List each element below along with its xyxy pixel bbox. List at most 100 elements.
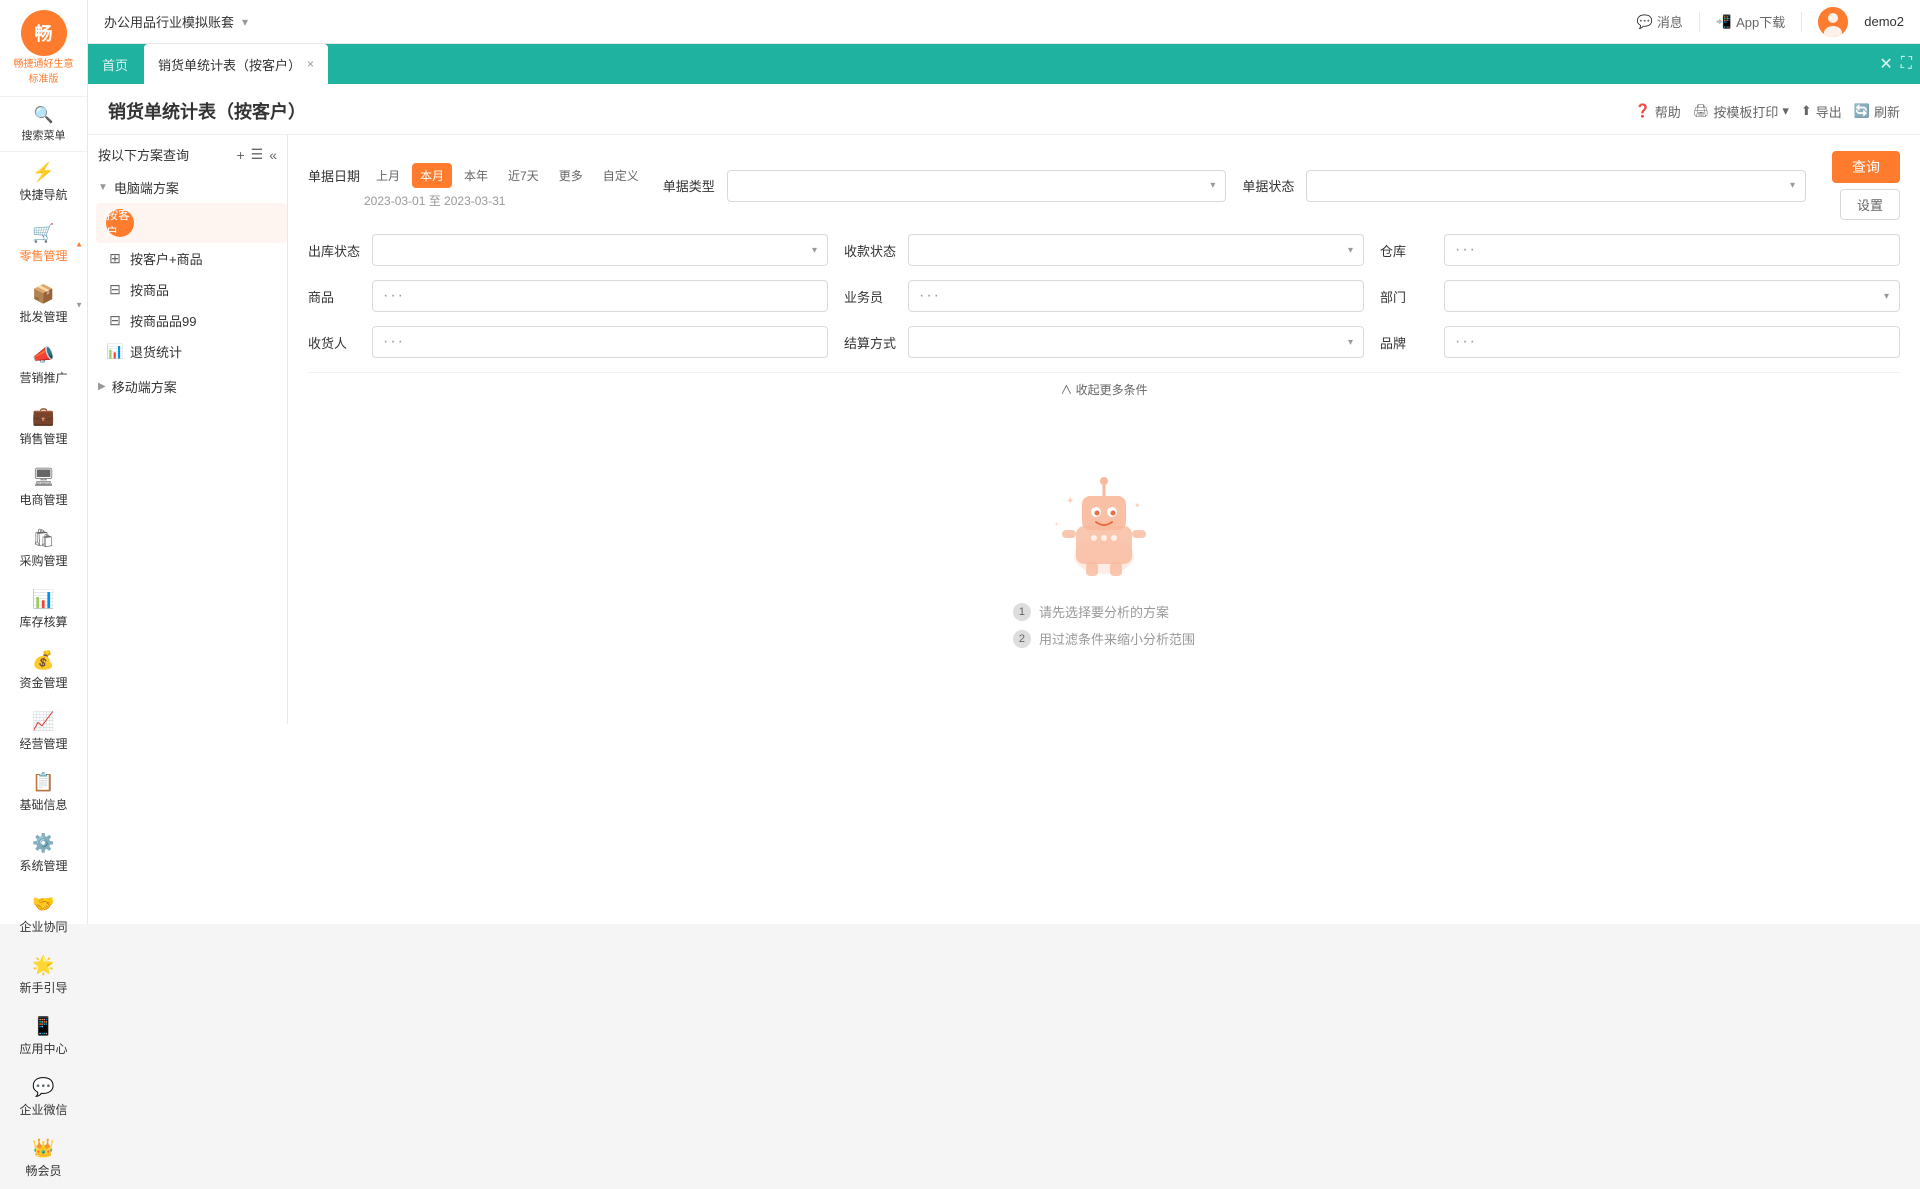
refresh-label: 刷新 [1874, 102, 1900, 121]
page-content: 销货单统计表（按客户） ❓ 帮助 🖨 按模板打印 ▾ ⬆ 导出 [88, 84, 1920, 924]
salesperson-input[interactable]: ··· [908, 280, 1364, 312]
date-btn-more[interactable]: 更多 [551, 163, 591, 188]
scheme-item-by-customer[interactable]: 按客户 [96, 203, 287, 243]
tab-expand-icon[interactable]: ⛶ [1901, 55, 1912, 73]
department-dropdown[interactable]: ▾ [1444, 280, 1900, 312]
message-icon: 💬 [1637, 14, 1653, 30]
sidebar-item-enterprise[interactable]: 🤝 企业协同 [0, 884, 87, 945]
scheme-group-mobile-toggle[interactable]: ▶ 移动端方案 [88, 371, 287, 402]
date-btn-current-month[interactable]: 本月 [412, 163, 452, 188]
sidebar-item-sales[interactable]: 💼 销售管理 [0, 396, 87, 457]
app-download-btn[interactable]: 📲 App下载 [1716, 12, 1785, 31]
scheme-group-toggle[interactable]: ▼ 电脑端方案 [88, 172, 287, 203]
sidebar-item-label: 企业微信 [19, 1101, 67, 1118]
query-button[interactable]: 查询 [1832, 151, 1900, 183]
avatar [1818, 7, 1848, 37]
filter-row-3: 商品 ··· 业务员 ··· 部门 [308, 280, 1900, 312]
brand-input[interactable]: ··· [1444, 326, 1900, 358]
refresh-btn[interactable]: 🔄 刷新 [1854, 102, 1900, 121]
filter-payment-item: 收款状态 ▾ [844, 234, 1364, 266]
warehouse-input[interactable]: ··· [1444, 234, 1900, 266]
order-status-dropdown[interactable]: ▾ [1306, 170, 1806, 202]
breadcrumb-arrow: ▾ [242, 15, 248, 29]
filter-salesperson-item: 业务员 ··· [844, 280, 1364, 312]
sidebar-item-label: 系统管理 [19, 857, 67, 874]
operations-icon: 📈 [32, 711, 54, 732]
header-right: 💬 消息 📲 App下载 demo2 [1637, 7, 1904, 37]
sidebar-item-label: 应用中心 [19, 1040, 67, 1057]
nav-icon: ⚡ [32, 162, 54, 183]
scheme-item-product[interactable]: ⊟ 按商品 [96, 274, 287, 305]
svg-text:✦: ✦ [1066, 496, 1074, 507]
sidebar-item-label: 基础信息 [19, 796, 67, 813]
collapse-bar[interactable]: ∧ 收起更多条件 [308, 372, 1900, 406]
tab-close-btn[interactable]: × [307, 57, 314, 71]
date-btn-7days[interactable]: 近7天 [500, 163, 547, 188]
scheme-group-items: 按客户 ⊞ 按客户+商品 ⊟ 按商品 ⊟ [88, 203, 287, 367]
sidebar-item-wholesale[interactable]: 📦 批发管理 [0, 274, 87, 335]
tab-restore-icon[interactable]: ✕ [1879, 54, 1892, 74]
scheme-settings-btn[interactable]: ☰ [251, 146, 264, 163]
logo-area[interactable]: 畅 畅捷通好生意 标准版 [0, 0, 87, 97]
scheme-label: 按商品品99 [130, 311, 196, 330]
page-inner: 销货单统计表（按客户） ❓ 帮助 🖨 按模板打印 ▾ ⬆ 导出 [88, 84, 1920, 924]
scheme-icon: ⊟ [106, 281, 124, 298]
sidebar-search-label: 搜索菜单 [22, 127, 66, 143]
setting-button[interactable]: 设置 [1840, 189, 1900, 220]
sidebar: 畅 畅捷通好生意 标准版 🔍 搜索菜单 ⚡ 快捷导航 🛒 零售管理 📦 批发管理… [0, 0, 88, 924]
sidebar-item-quick-nav[interactable]: ⚡ 快捷导航 [0, 152, 87, 213]
sidebar-item-label: 快捷导航 [19, 186, 67, 203]
sidebar-item-operations[interactable]: 📈 经营管理 [0, 701, 87, 762]
scheme-collapse-btn[interactable]: « [269, 147, 277, 163]
inventory-icon: 📊 [32, 589, 54, 610]
order-type-dropdown[interactable]: ▾ [727, 170, 1227, 202]
tab-bar-actions: ✕ ⛶ [1879, 54, 1920, 74]
basic-icon: 📋 [32, 772, 54, 793]
dropdown-arrow: ▾ [1210, 180, 1215, 191]
scheme-item-refund[interactable]: 📊 退货统计 [96, 336, 287, 367]
sidebar-item-label: 电商管理 [19, 491, 67, 508]
scheme-panel: 按以下方案查询 + ☰ « ▼ 电脑端方案 [88, 135, 288, 724]
payment-label: 收款状态 [844, 241, 900, 260]
export-btn[interactable]: ⬆ 导出 [1801, 102, 1842, 121]
finance-icon: 💰 [32, 650, 54, 671]
sidebar-item-newbie[interactable]: 🌟 新手引导 [0, 945, 87, 1006]
settlement-dropdown[interactable]: ▾ [908, 326, 1364, 358]
breadcrumb: 办公用品行业模拟账套 [104, 12, 234, 31]
scheme-item-customer-product[interactable]: ⊞ 按客户+商品 [96, 243, 287, 274]
tab-home[interactable]: 首页 [88, 44, 142, 84]
refresh-icon: 🔄 [1854, 103, 1870, 119]
scheme-item-product99[interactable]: ⊟ 按商品品99 [96, 305, 287, 336]
sidebar-item-member[interactable]: 👑 畅会员 [0, 1128, 87, 1189]
messages-btn[interactable]: 💬 消息 [1637, 12, 1683, 31]
sidebar-item-app-center[interactable]: 📱 应用中心 [0, 1006, 87, 1067]
payment-dropdown[interactable]: ▾ [908, 234, 1364, 266]
sidebar-item-basic-info[interactable]: 📋 基础信息 [0, 762, 87, 823]
product-input[interactable]: ··· [372, 280, 828, 312]
recipient-input[interactable]: ··· [372, 326, 828, 358]
scheme-label: 按商品 [130, 280, 169, 299]
print-btn[interactable]: 🖨 按模板打印 ▾ [1693, 102, 1789, 121]
sidebar-item-inventory[interactable]: 📊 库存核算 [0, 579, 87, 640]
date-btn-last-month[interactable]: 上月 [368, 163, 408, 188]
sidebar-item-ecommerce[interactable]: 🖥 电商管理 [0, 457, 87, 518]
scheme-panel-header: 按以下方案查询 + ☰ « [88, 145, 287, 172]
sidebar-item-retail[interactable]: 🛒 零售管理 [0, 213, 87, 274]
sidebar-item-finance[interactable]: 💰 资金管理 [0, 640, 87, 701]
help-btn[interactable]: ❓ 帮助 [1635, 102, 1681, 121]
sidebar-item-marketing[interactable]: 📣 营销推广 [0, 335, 87, 396]
product-dots: ··· [383, 287, 405, 305]
print-arrow: ▾ [1782, 103, 1789, 119]
sidebar-item-wechat[interactable]: 💬 企业微信 [0, 1067, 87, 1128]
recipient-dots: ··· [383, 333, 405, 351]
sidebar-item-purchase[interactable]: 🛍 采购管理 [0, 518, 87, 579]
date-btn-current-year[interactable]: 本年 [456, 163, 496, 188]
date-btn-custom[interactable]: 自定义 [595, 163, 647, 188]
scheme-label: 退货统计 [130, 342, 182, 361]
delivery-dropdown[interactable]: ▾ [372, 234, 828, 266]
sidebar-search[interactable]: 🔍 搜索菜单 [0, 97, 87, 152]
username[interactable]: demo2 [1864, 14, 1904, 29]
sidebar-item-system[interactable]: ⚙️ 系统管理 [0, 823, 87, 884]
scheme-add-btn[interactable]: + [236, 147, 244, 163]
tab-active[interactable]: 销货单统计表（按客户） × [144, 44, 328, 84]
